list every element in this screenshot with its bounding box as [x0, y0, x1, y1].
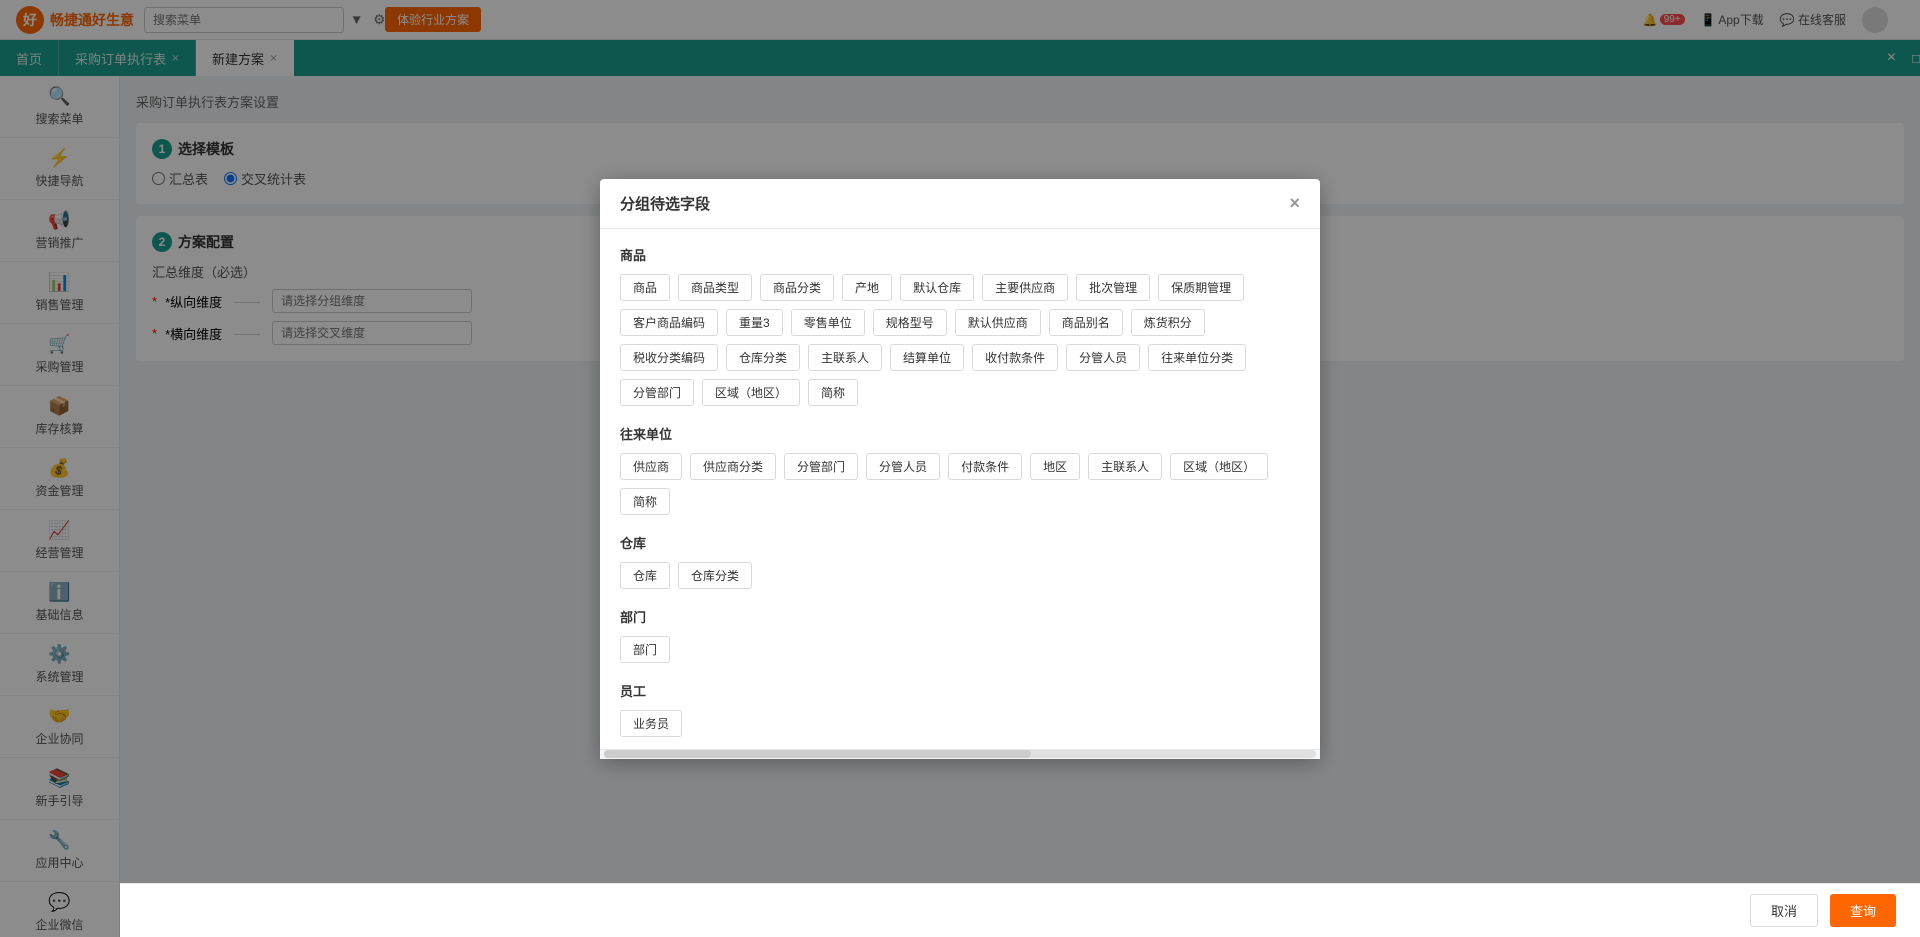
field-tag-0-20[interactable]: 分管人员: [1066, 344, 1140, 371]
field-tags-3: 部门: [620, 636, 1300, 663]
field-tag-1-0[interactable]: 供应商: [620, 453, 682, 480]
field-tag-0-4[interactable]: 默认仓库: [900, 274, 974, 301]
field-tag-1-3[interactable]: 分管人员: [866, 453, 940, 480]
field-tag-0-17[interactable]: 主联系人: [808, 344, 882, 371]
section-title-1: 往来单位: [620, 424, 1300, 443]
field-tag-0-12[interactable]: 默认供应商: [955, 309, 1041, 336]
field-tag-1-7[interactable]: 区域（地区）: [1170, 453, 1268, 480]
field-tags-1: 供应商供应商分类分管部门分管人员付款条件地区主联系人区域（地区） 简称: [620, 453, 1300, 515]
section-title-3: 部门: [620, 607, 1300, 626]
field-tag-0-14[interactable]: 炼货积分: [1131, 309, 1205, 336]
field-tag-1-4[interactable]: 付款条件: [948, 453, 1022, 480]
field-tag-3-0[interactable]: 部门: [620, 636, 670, 663]
modal-close-btn[interactable]: ×: [1289, 194, 1300, 212]
field-tag-0-7[interactable]: 保质期管理: [1158, 274, 1244, 301]
field-tag-0-9[interactable]: 重量3: [726, 309, 783, 336]
field-section-2: 仓库仓库仓库分类: [620, 533, 1300, 589]
field-tag-0-16[interactable]: 仓库分类: [726, 344, 800, 371]
confirm-button[interactable]: 查询: [1830, 894, 1896, 927]
field-tag-0-0[interactable]: 商品: [620, 274, 670, 301]
field-tag-4-0[interactable]: 业务员: [620, 710, 682, 737]
field-select-modal: 分组待选字段 × 商品商品商品类型商品分类产地默认仓库主要供应商批次管理保质期管…: [600, 179, 1320, 759]
field-tag-0-21[interactable]: 往来单位分类: [1148, 344, 1246, 371]
field-tags-0: 商品商品类型商品分类产地默认仓库主要供应商批次管理保质期管理客户商品编码重量3 零…: [620, 274, 1300, 406]
field-tag-2-0[interactable]: 仓库: [620, 562, 670, 589]
modal-horizontal-scrollbar[interactable]: [600, 749, 1320, 759]
modal-title: 分组待选字段: [620, 193, 710, 214]
field-tag-0-15[interactable]: 税收分类编码: [620, 344, 718, 371]
field-tag-1-2[interactable]: 分管部门: [784, 453, 858, 480]
field-tag-0-13[interactable]: 商品别名: [1049, 309, 1123, 336]
field-section-0: 商品商品商品类型商品分类产地默认仓库主要供应商批次管理保质期管理客户商品编码重量…: [620, 245, 1300, 406]
section-title-0: 商品: [620, 245, 1300, 264]
page-footer: 取消 查询: [120, 883, 1920, 937]
field-tag-0-22[interactable]: 分管部门: [620, 379, 694, 406]
field-tags-4: 业务员: [620, 710, 1300, 737]
field-section-4: 员工业务员: [620, 681, 1300, 737]
field-tag-0-11[interactable]: 规格型号: [873, 309, 947, 336]
modal-overlay: 分组待选字段 × 商品商品商品类型商品分类产地默认仓库主要供应商批次管理保质期管…: [0, 0, 1920, 937]
modal-header: 分组待选字段 ×: [600, 179, 1320, 229]
field-tag-0-18[interactable]: 结算单位: [890, 344, 964, 371]
cancel-button[interactable]: 取消: [1750, 894, 1818, 927]
field-tag-0-3[interactable]: 产地: [842, 274, 892, 301]
scroll-thumb: [604, 750, 1031, 758]
field-section-1: 往来单位供应商供应商分类分管部门分管人员付款条件地区主联系人区域（地区） 简称: [620, 424, 1300, 515]
field-section-3: 部门部门: [620, 607, 1300, 663]
field-tag-0-6[interactable]: 批次管理: [1076, 274, 1150, 301]
field-tags-2: 仓库仓库分类: [620, 562, 1300, 589]
field-tag-0-10[interactable]: 零售单位: [791, 309, 865, 336]
field-tag-1-8[interactable]: 简称: [620, 488, 670, 515]
section-title-2: 仓库: [620, 533, 1300, 552]
field-tag-1-5[interactable]: 地区: [1030, 453, 1080, 480]
field-tag-0-24[interactable]: 简称: [808, 379, 858, 406]
scroll-track: [604, 750, 1316, 758]
field-tag-0-8[interactable]: 客户商品编码: [620, 309, 718, 336]
field-tag-0-5[interactable]: 主要供应商: [982, 274, 1068, 301]
field-tag-2-1[interactable]: 仓库分类: [678, 562, 752, 589]
field-tag-0-2[interactable]: 商品分类: [760, 274, 834, 301]
field-tag-1-1[interactable]: 供应商分类: [690, 453, 776, 480]
section-title-4: 员工: [620, 681, 1300, 700]
field-tag-0-19[interactable]: 收付款条件: [972, 344, 1058, 371]
field-tag-0-23[interactable]: 区域（地区）: [702, 379, 800, 406]
modal-body: 商品商品商品类型商品分类产地默认仓库主要供应商批次管理保质期管理客户商品编码重量…: [600, 229, 1320, 749]
field-tag-1-6[interactable]: 主联系人: [1088, 453, 1162, 480]
field-tag-0-1[interactable]: 商品类型: [678, 274, 752, 301]
